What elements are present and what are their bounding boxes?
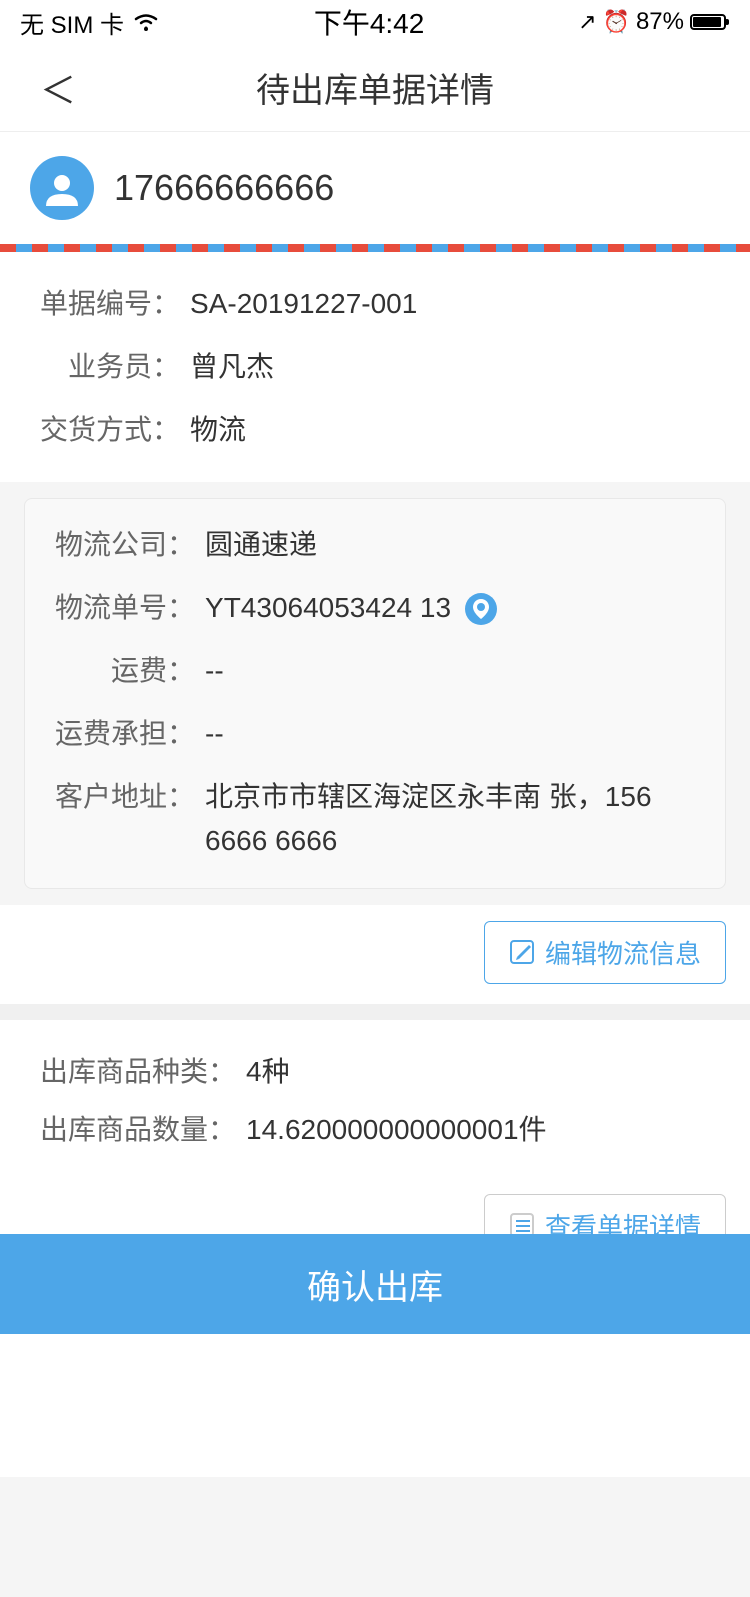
product-stats-section: 出库商品种类： 4种 出库商品数量： 14.620000000000001件 [0,1020,750,1178]
edit-icon [509,939,537,967]
tracking-no-row: 物流单号： YT43064053424 13 [55,586,695,631]
confirm-button-label: 确认出库 [307,1260,443,1309]
edit-logistics-container: 编辑物流信息 [0,905,750,1004]
logistics-company-row: 物流公司： 圆通速递 [55,523,695,568]
alarm-icon: ⏰ [603,9,630,35]
freight-row: 运费： -- [55,649,695,694]
product-types-value: 4种 [236,1050,710,1090]
status-right: ↗ ⏰ 87% [578,8,730,36]
page-title: 待出库单据详情 [256,63,494,112]
address-value: 北京市市辖区海淀区永丰南 张，156 6666 6666 [195,775,695,865]
carrier-text: 无 SIM 卡 [20,5,124,40]
freight-label: 运费： [55,649,195,694]
address-row: 客户地址： 北京市市辖区海淀区永丰南 张，156 6666 6666 [55,775,695,865]
salesperson-label: 业务员： [40,345,180,390]
wifi-icon [132,12,160,32]
status-time: 下午4:42 [314,2,425,42]
product-quantity-label: 出库商品数量： [40,1108,236,1148]
logistics-section: 物流公司： 圆通速递 物流单号： YT43064053424 13 运费： --… [24,498,726,889]
doc-number-value: SA-20191227-001 [180,282,710,327]
product-types-row: 出库商品种类： 4种 [40,1050,710,1090]
nav-bar: ＜ 待出库单据详情 [0,44,750,132]
dashed-divider [0,244,750,252]
customer-avatar [30,156,94,220]
status-bar: 无 SIM 卡 下午4:42 ↗ ⏰ 87% [0,0,750,44]
salesperson-row: 业务员： 曾凡杰 [40,345,710,390]
freight-bearer-row: 运费承担： -- [55,712,695,757]
customer-section: 17666666666 [0,132,750,244]
content: 17666666666 单据编号： SA-20191227-001 业务员： 曾… [0,132,750,1597]
location-pin-icon[interactable] [463,591,499,627]
delivery-method-value: 物流 [180,408,710,453]
address-label: 客户地址： [55,775,195,820]
freight-bearer-value: -- [195,712,695,757]
tracking-no-value: YT43064053424 13 [195,586,695,631]
delivery-method-row: 交货方式： 物流 [40,408,710,453]
section-divider-1 [0,1004,750,1020]
order-info-section: 单据编号： SA-20191227-001 业务员： 曾凡杰 交货方式： 物流 [0,252,750,482]
freight-bearer-label: 运费承担： [55,712,195,757]
doc-number-label: 单据编号： [40,282,180,327]
logistics-company-value: 圆通速递 [195,523,695,568]
location-icon: ↗ [578,9,596,35]
product-quantity-value: 14.620000000000001件 [236,1108,710,1148]
confirm-button[interactable]: 确认出库 [0,1234,750,1334]
product-types-label: 出库商品种类： [40,1050,236,1090]
salesperson-value: 曾凡杰 [180,345,710,390]
product-quantity-row: 出库商品数量： 14.620000000000001件 [40,1108,710,1148]
user-avatar-icon [42,168,82,208]
doc-number-row: 单据编号： SA-20191227-001 [40,282,710,327]
battery-percent: 87% [636,8,684,36]
delivery-method-label: 交货方式： [40,408,180,453]
edit-logistics-button[interactable]: 编辑物流信息 [484,921,726,984]
customer-phone: 17666666666 [114,167,334,209]
battery-icon [690,12,730,32]
status-left: 无 SIM 卡 [20,5,160,40]
tracking-no-label: 物流单号： [55,586,195,631]
edit-logistics-label: 编辑物流信息 [545,934,701,971]
back-button[interactable]: ＜ [30,52,86,124]
freight-value: -- [195,649,695,694]
logistics-company-label: 物流公司： [55,523,195,568]
